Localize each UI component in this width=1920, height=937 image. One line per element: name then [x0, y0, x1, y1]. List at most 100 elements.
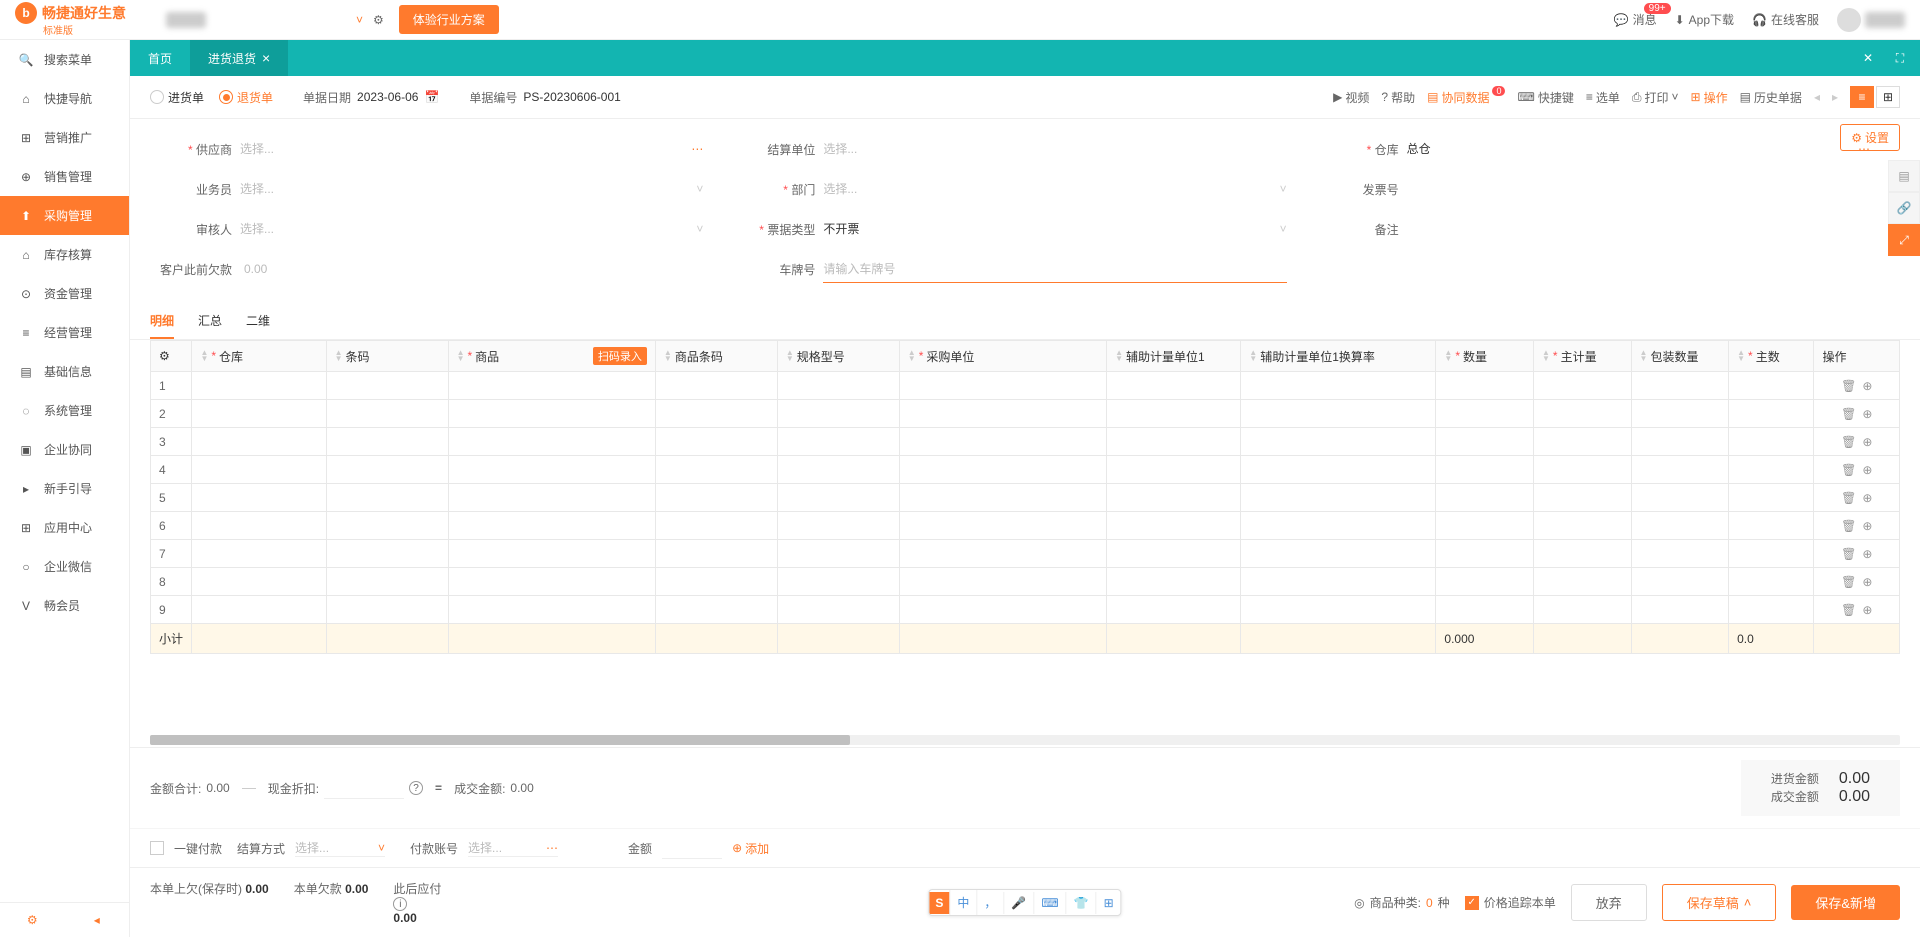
float-expand-button[interactable]: ⤢ — [1888, 224, 1920, 256]
sort-icon[interactable]: ▲▼ — [1737, 350, 1745, 362]
sort-icon[interactable]: ▲▼ — [335, 350, 343, 362]
sort-icon[interactable]: ▲▼ — [1640, 350, 1648, 362]
float-attach-button[interactable]: 🔗 — [1888, 192, 1920, 224]
column-header[interactable]: ▲▼包装数量 — [1631, 341, 1729, 372]
delete-icon[interactable]: 🗑 — [1841, 575, 1856, 589]
save-draft-button[interactable]: 保存草稿˄ — [1662, 884, 1777, 921]
settle-method-select[interactable]: 选择... ˅ — [295, 839, 385, 857]
messages-button[interactable]: 💬 消息 99+ — [1614, 11, 1657, 28]
sidebar-item-3[interactable]: ⊕销售管理 — [0, 157, 129, 196]
add-row-icon[interactable]: ⊕ — [1862, 519, 1872, 533]
cash-discount-input[interactable] — [324, 777, 404, 799]
column-header[interactable]: ▲▼*商品扫码录入 — [448, 341, 655, 372]
table-row[interactable]: 4🗑⊕ — [151, 456, 1900, 484]
try-industry-button[interactable]: 体验行业方案 — [399, 5, 499, 34]
ime-punct-icon[interactable]: ， — [976, 890, 1003, 915]
close-icon[interactable]: × — [262, 50, 270, 66]
sidebar-item-12[interactable]: ⊞应用中心 — [0, 508, 129, 547]
sidebar-item-13[interactable]: ○企业微信 — [0, 547, 129, 586]
warehouse-select[interactable]: 总仓 ⋯ — [1407, 136, 1870, 163]
pay-amount-input[interactable] — [662, 837, 722, 859]
auditor-select[interactable]: 选择... ˅ — [240, 216, 703, 243]
radio-inbound[interactable]: 进货单 — [150, 89, 204, 106]
sidebar-item-10[interactable]: ▣企业协同 — [0, 430, 129, 469]
sidebar-item-2[interactable]: ⊞营销推广 — [0, 118, 129, 157]
table-row[interactable]: 5🗑⊕ — [151, 484, 1900, 512]
pay-account-select[interactable]: 选择... ⋯ — [468, 839, 558, 857]
print-link[interactable]: ⎙打印˅ — [1632, 89, 1679, 106]
column-header[interactable]: ▲▼*采购单位 — [899, 341, 1106, 372]
ime-skin-icon[interactable]: 👕 — [1066, 892, 1096, 914]
column-header[interactable]: ▲▼*主计量 — [1533, 341, 1631, 372]
plate-no-input[interactable]: 请输入车牌号 — [823, 256, 1286, 283]
sort-icon[interactable]: ▲▼ — [908, 350, 916, 362]
sort-icon[interactable]: ▲▼ — [1542, 350, 1550, 362]
user-menu[interactable] — [1837, 8, 1905, 32]
column-header[interactable]: ▲▼条码 — [326, 341, 448, 372]
sidebar-gear-button[interactable]: ⚙ — [0, 903, 65, 937]
delete-icon[interactable]: 🗑 — [1841, 547, 1856, 561]
delete-icon[interactable]: 🗑 — [1841, 463, 1856, 477]
radio-return[interactable]: 退货单 — [219, 89, 273, 106]
save-new-button[interactable]: 保存&新增 — [1791, 885, 1900, 920]
sidebar-item-14[interactable]: V畅会员 — [0, 586, 129, 625]
tab-return[interactable]: 进货退货 × — [190, 40, 288, 76]
table-row[interactable]: 8🗑⊕ — [151, 568, 1900, 596]
view-grid-toggle[interactable]: ⊞ — [1876, 86, 1900, 108]
info-icon[interactable]: i — [393, 897, 407, 911]
add-row-icon[interactable]: ⊕ — [1862, 603, 1872, 617]
operate-link[interactable]: ⊞操作 — [1691, 89, 1728, 106]
ime-menu-icon[interactable]: ⊞ — [1096, 892, 1121, 914]
sidebar-item-6[interactable]: ⊙资金管理 — [0, 274, 129, 313]
detail-tab-2d[interactable]: 二维 — [246, 304, 270, 339]
sidebar-item-11[interactable]: ▸新手引导 — [0, 469, 129, 508]
column-header[interactable]: ▲▼辅助计量单位1换算率 — [1241, 341, 1436, 372]
add-row-icon[interactable]: ⊕ — [1862, 463, 1872, 477]
sort-icon[interactable]: ▲▼ — [1115, 350, 1123, 362]
info-icon[interactable]: ? — [409, 781, 423, 795]
history-link[interactable]: ▤历史单据 — [1740, 89, 1802, 106]
sidebar-item-0[interactable]: 🔍搜索菜单 — [0, 40, 129, 79]
tab-home[interactable]: 首页 — [130, 40, 190, 76]
select-doc-link[interactable]: ≡选单 — [1586, 89, 1620, 106]
app-download-button[interactable]: ⬇ App下载 — [1675, 11, 1734, 28]
add-row-icon[interactable]: ⊕ — [1862, 379, 1872, 393]
delete-icon[interactable]: 🗑 — [1841, 379, 1856, 393]
more-icon[interactable]: ⋯ — [546, 841, 558, 855]
add-row-icon[interactable]: ⊕ — [1862, 575, 1872, 589]
next-icon[interactable]: ▸ — [1832, 90, 1838, 104]
delete-icon[interactable]: 🗑 — [1841, 435, 1856, 449]
sort-icon[interactable]: ▲▼ — [457, 350, 465, 362]
sidebar-item-1[interactable]: ⌂快捷导航 — [0, 79, 129, 118]
delete-icon[interactable]: 🗑 — [1841, 519, 1856, 533]
delete-icon[interactable]: 🗑 — [1841, 491, 1856, 505]
add-row-icon[interactable]: ⊕ — [1862, 407, 1872, 421]
add-row-icon[interactable]: ⊕ — [1862, 547, 1872, 561]
table-row[interactable]: 2🗑⊕ — [151, 400, 1900, 428]
table-row[interactable]: 1🗑⊕ — [151, 372, 1900, 400]
delete-icon[interactable]: 🗑 — [1841, 407, 1856, 421]
more-icon[interactable]: ⋯ — [691, 142, 703, 156]
supplier-select[interactable]: 选择... ⋯ — [240, 136, 703, 163]
calendar-icon[interactable]: 📅 — [424, 90, 439, 104]
table-row[interactable]: 6🗑⊕ — [151, 512, 1900, 540]
prev-icon[interactable]: ◂ — [1814, 90, 1820, 104]
sidebar-item-8[interactable]: ▤基础信息 — [0, 352, 129, 391]
column-header[interactable]: ▲▼*仓库 — [192, 341, 326, 372]
add-payment-button[interactable]: ⊕ 添加 — [732, 840, 769, 857]
horizontal-scrollbar[interactable] — [150, 735, 1900, 745]
add-row-icon[interactable]: ⊕ — [1862, 491, 1872, 505]
view-list-toggle[interactable]: ≡ — [1850, 86, 1874, 108]
detail-tab-detail[interactable]: 明细 — [150, 304, 174, 339]
remark-input[interactable] — [1407, 224, 1870, 234]
settle-unit-select[interactable]: 选择... — [823, 136, 1286, 163]
tab-expand-button[interactable]: ⛶ — [1885, 43, 1915, 73]
abandon-button[interactable]: 放弃 — [1571, 884, 1647, 921]
sort-icon[interactable]: ▲▼ — [664, 350, 672, 362]
column-header[interactable]: ▲▼商品条码 — [655, 341, 777, 372]
one-click-pay-checkbox[interactable] — [150, 841, 164, 855]
scan-entry-tag[interactable]: 扫码录入 — [593, 347, 647, 365]
collab-link[interactable]: ▤协同数据0 — [1427, 89, 1505, 106]
tab-close-all-button[interactable]: ✕ — [1853, 43, 1883, 73]
column-header[interactable]: ▲▼辅助计量单位1 — [1107, 341, 1241, 372]
